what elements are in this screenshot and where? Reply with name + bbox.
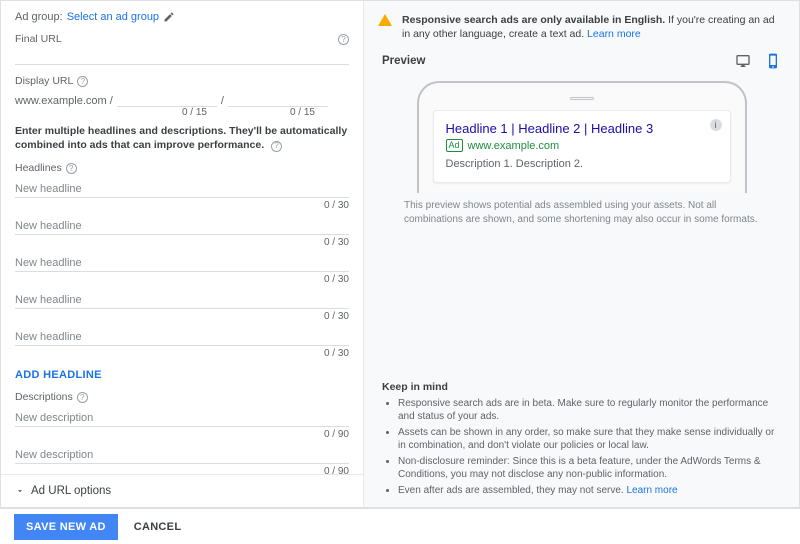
warning-icon xyxy=(378,14,392,26)
help-icon[interactable]: ? xyxy=(271,141,282,152)
display-url-path2[interactable] xyxy=(228,87,328,107)
descriptions-label: Descriptions ? xyxy=(15,391,349,403)
display-url-field: Display URL ? www.example.com / / 0 / 15… xyxy=(15,75,349,118)
description-counter: 0 / 90 xyxy=(15,466,349,474)
path1-counter: 0 / 15 xyxy=(107,107,207,118)
description-placeholder: New description xyxy=(15,412,93,424)
mobile-icon[interactable] xyxy=(765,53,781,69)
keep-title: Keep in mind xyxy=(382,381,781,393)
ad-badge: Ad xyxy=(446,139,463,152)
description-input[interactable]: New description xyxy=(15,440,349,464)
keep-in-mind: Keep in mind Responsive search ads are i… xyxy=(364,371,799,508)
headline-counter: 0 / 30 xyxy=(15,311,349,322)
help-icon[interactable]: ? xyxy=(77,76,88,87)
phone-mock: i Headline 1 | Headline 2 | Headline 3 A… xyxy=(364,75,799,195)
keep-item: Even after ads are assembled, they may n… xyxy=(398,484,781,498)
headline-placeholder: New headline xyxy=(15,294,82,306)
help-icon[interactable]: ? xyxy=(77,392,88,403)
description-input[interactable]: New description xyxy=(15,403,349,427)
path2-counter: 0 / 15 xyxy=(215,107,315,118)
headline-counter: 0 / 30 xyxy=(15,274,349,285)
headline-counter: 0 / 30 xyxy=(15,237,349,248)
headline-placeholder: New headline xyxy=(15,257,82,269)
desktop-icon[interactable] xyxy=(735,53,751,69)
headline-counter: 0 / 30 xyxy=(15,348,349,359)
pencil-icon[interactable] xyxy=(163,11,175,23)
description-placeholder: New description xyxy=(15,449,93,461)
keep-item: Responsive search ads are in beta. Make … xyxy=(398,397,781,424)
ad-preview-card: i Headline 1 | Headline 2 | Headline 3 A… xyxy=(433,110,731,183)
final-url-field: Final URL ? xyxy=(15,33,349,65)
headline-placeholder: New headline xyxy=(15,331,82,343)
final-url-input[interactable] xyxy=(15,45,349,65)
display-url-base: www.example.com / xyxy=(15,95,113,107)
notice-learn-more-link[interactable]: Learn more xyxy=(587,28,641,40)
help-icon[interactable]: ? xyxy=(338,34,349,45)
headline-input[interactable]: New headline xyxy=(15,174,349,198)
headline-input[interactable]: New headline xyxy=(15,322,349,346)
keep-item: Non-disclosure reminder: Since this is a… xyxy=(398,455,781,482)
phone-speaker-icon xyxy=(570,97,594,100)
notice-bold: Responsive search ads are only available… xyxy=(402,14,665,26)
keep-learn-more-link[interactable]: Learn more xyxy=(626,485,677,496)
display-url-label: Display URL xyxy=(15,75,73,87)
headlines-label-text: Headlines xyxy=(15,162,62,174)
headline-counter: 0 / 30 xyxy=(15,200,349,211)
ad-url-options-expander[interactable]: Ad URL options xyxy=(1,474,363,507)
preview-header: Preview xyxy=(364,49,799,75)
footer-bar: SAVE NEW AD CANCEL xyxy=(0,508,800,544)
preview-panel: Responsive search ads are only available… xyxy=(364,1,799,507)
cancel-button[interactable]: CANCEL xyxy=(134,521,182,533)
keep-item-text: Even after ads are assembled, they may n… xyxy=(398,485,624,496)
chevron-down-icon xyxy=(15,486,25,496)
display-url-path1[interactable] xyxy=(117,87,217,107)
headlines-label: Headlines ? xyxy=(15,162,349,174)
ad-headline: Headline 1 | Headline 2 | Headline 3 xyxy=(446,121,718,136)
info-icon[interactable]: i xyxy=(710,119,722,131)
app-frame: Ad group: Select an ad group Final URL ?… xyxy=(0,0,800,508)
display-url-sep: / xyxy=(221,95,224,107)
add-headline-button[interactable]: ADD HEADLINE xyxy=(15,369,102,381)
ad-url-options-label: Ad URL options xyxy=(31,485,111,497)
combine-hint-text: Enter multiple headlines and description… xyxy=(15,125,347,151)
headline-input[interactable]: New headline xyxy=(15,285,349,309)
headline-input[interactable]: New headline xyxy=(15,211,349,235)
form-panel: Ad group: Select an ad group Final URL ?… xyxy=(1,1,364,507)
language-notice: Responsive search ads are only available… xyxy=(364,1,799,49)
preview-note: This preview shows potential ads assembl… xyxy=(364,195,799,226)
save-button[interactable]: SAVE NEW AD xyxy=(14,514,118,540)
headline-input[interactable]: New headline xyxy=(15,248,349,272)
ad-group-select-link[interactable]: Select an ad group xyxy=(67,11,159,23)
ad-url: www.example.com xyxy=(468,140,560,152)
keep-item: Assets can be shown in any order, so mak… xyxy=(398,426,781,453)
descriptions-label-text: Descriptions xyxy=(15,391,73,403)
headline-placeholder: New headline xyxy=(15,220,82,232)
description-counter: 0 / 90 xyxy=(15,429,349,440)
ad-description: Description 1. Description 2. xyxy=(446,158,718,170)
ad-group-row: Ad group: Select an ad group xyxy=(15,11,349,23)
combine-hint: Enter multiple headlines and description… xyxy=(15,124,349,152)
preview-title: Preview xyxy=(382,55,425,67)
ad-group-label: Ad group: xyxy=(15,11,63,23)
help-icon[interactable]: ? xyxy=(66,163,77,174)
final-url-label: Final URL xyxy=(15,33,62,45)
headline-placeholder: New headline xyxy=(15,183,82,195)
